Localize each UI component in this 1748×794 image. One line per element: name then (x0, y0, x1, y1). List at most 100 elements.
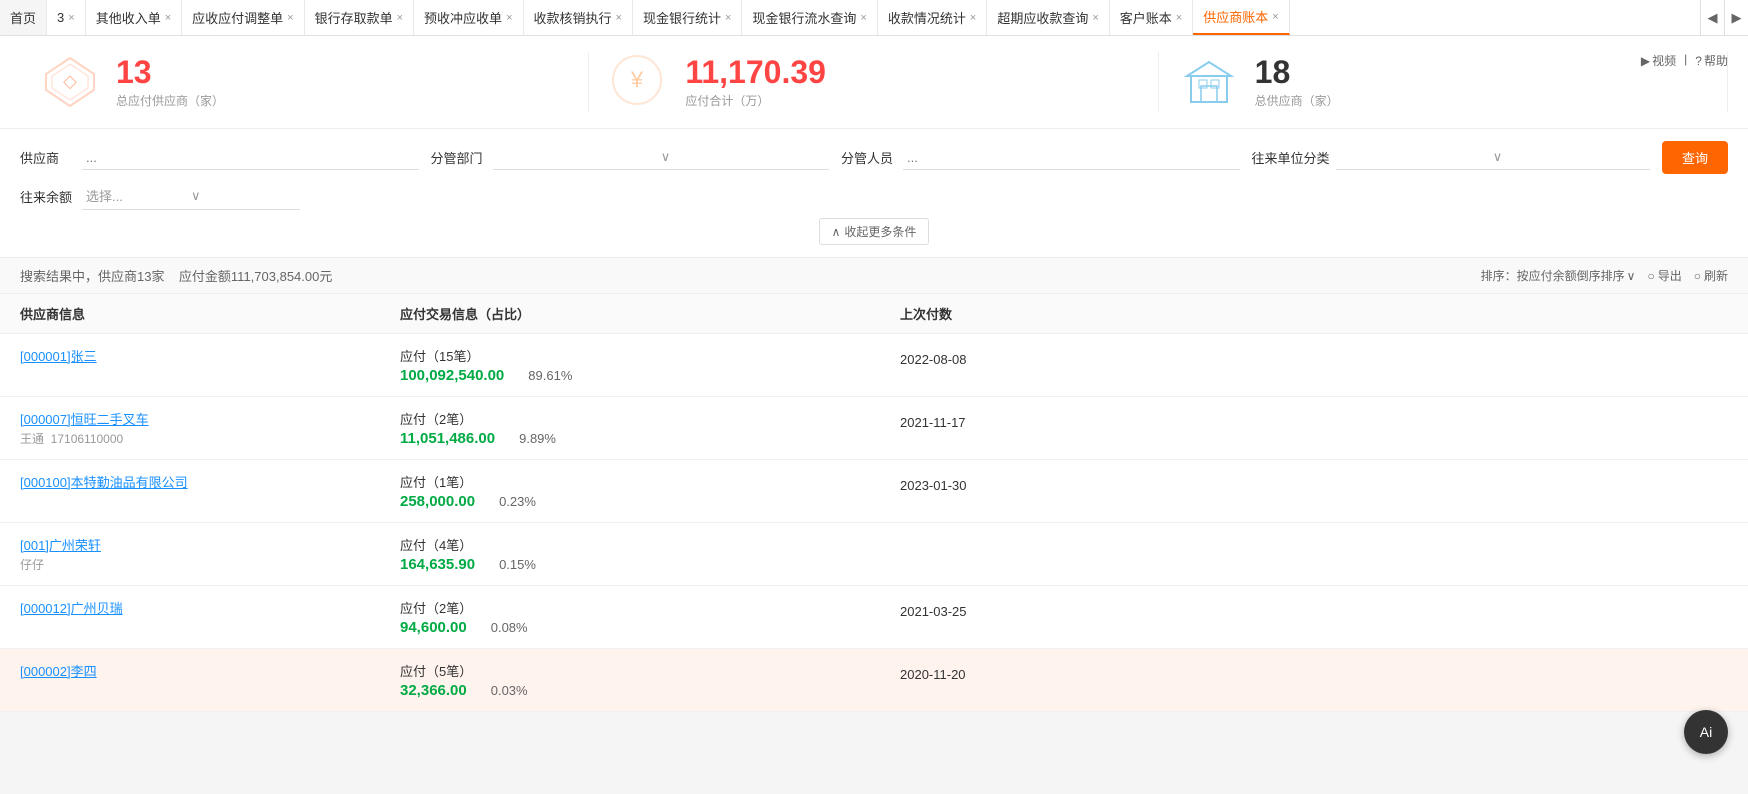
stat-label-payable-amount: 应付合计（万） (685, 92, 826, 109)
nav-collect-verify[interactable]: 收款核销执行 × (524, 0, 633, 35)
nav-tab3[interactable]: 3 × (47, 0, 86, 35)
refresh-icon: ○ (1694, 269, 1701, 283)
nav-prepay-charge[interactable]: 预收冲应收单 × (414, 0, 523, 35)
nav-close-bank-deposit[interactable]: × (397, 12, 403, 24)
refresh-button[interactable]: ○ 刷新 (1694, 267, 1728, 284)
supplier-link-4[interactable]: [001]广州荣轩 (20, 535, 400, 554)
balance-dropdown-arrow: ∨ (191, 188, 296, 204)
supplier-cell-1: [000001]张三 (20, 346, 400, 365)
filter-supplier-label: 供应商 (20, 148, 76, 167)
nav-cash-bank-flow[interactable]: 现金银行流水查询 × (742, 0, 877, 35)
category-dropdown-arrow: ∨ (1493, 149, 1646, 165)
nav-close-cash-bank-flow[interactable]: × (860, 12, 866, 24)
export-button[interactable]: ○ 导出 (1647, 267, 1681, 284)
stats-header: ◇ 13 总应付供应商（家） ¥ 11,170.39 应付合计（万） (0, 36, 1748, 129)
help-icon: ? (1695, 54, 1702, 68)
nav-overdue-ar[interactable]: 超期应收款查询 × (987, 0, 1109, 35)
stat-number-total-suppliers: 18 (1255, 56, 1339, 88)
table-row[interactable]: [000001]张三 应付（15笔） 100,092,540.00 89.61%… (0, 334, 1748, 397)
nav-arrows: ◀ ▶ (1700, 0, 1748, 36)
supplier-cell-3: [000100]本特勤油品有限公司 (20, 472, 400, 491)
col-header-transaction: 应付交易信息（占比） (400, 304, 900, 323)
filter-row-1: 供应商 分管部门 ∨ 分管人员 往来单位分类 ∨ 查询 (20, 141, 1728, 174)
supplier-link-2[interactable]: [000007]恒旺二手叉车 (20, 409, 400, 428)
supplier-link-6[interactable]: [000002]李四 (20, 661, 400, 680)
stat-number-payable-amount: 11,170.39 (685, 56, 826, 88)
filter-person-input[interactable] (903, 146, 1240, 170)
ai-button[interactable]: Ai (1684, 710, 1728, 754)
header-actions: ▶ 视频 | ? 帮助 (1641, 52, 1728, 69)
table-row[interactable]: [000007]恒旺二手叉车 王通 17106110000 应付（2笔） 11,… (0, 397, 1748, 460)
filter-dept-label: 分管部门 (431, 148, 487, 167)
supplier-link-5[interactable]: [000012]广州贝瑞 (20, 598, 400, 617)
collapse-button[interactable]: ∧ 收起更多条件 (819, 218, 930, 245)
nav-close-supplier-book[interactable]: × (1272, 11, 1278, 23)
table-row[interactable]: [000100]本特勤油品有限公司 应付（1笔） 258,000.00 0.23… (0, 460, 1748, 523)
table-row[interactable]: [000012]广州贝瑞 应付（2笔） 94,600.00 0.08% 2021… (0, 586, 1748, 649)
nav-next-arrow[interactable]: ▶ (1724, 0, 1748, 36)
sort-select[interactable]: 排序：按应付余额倒序排序 ∨ (1481, 267, 1636, 284)
table-container: 供应商信息 应付交易信息（占比） 上次付数 [000001]张三 应付（15笔）… (0, 294, 1748, 712)
table-row[interactable]: [000002]李四 应付（5笔） 32,366.00 0.03% 2020-1… (0, 649, 1748, 712)
filter-balance: 往来余额 选择... ∨ (20, 182, 300, 210)
nav-close-customer-book[interactable]: × (1176, 12, 1182, 24)
filter-balance-select[interactable]: 选择... ∨ (82, 182, 300, 210)
filter-category-select[interactable]: ∨ (1336, 145, 1650, 170)
nav-close-collect-stat[interactable]: × (970, 12, 976, 24)
transaction-cell-4: 应付（4笔） 164,635.90 0.15% (400, 535, 900, 573)
filter-supplier: 供应商 (20, 146, 419, 170)
stat-block-payable-suppliers: ◇ 13 总应付供应商（家） (20, 52, 589, 112)
stat-block-payable-amount: ¥ 11,170.39 应付合计（万） (589, 52, 1158, 112)
nav-close-prepay-charge[interactable]: × (506, 12, 512, 24)
supplier-cell-5: [000012]广州贝瑞 (20, 598, 400, 617)
filter-person-label: 分管人员 (841, 148, 897, 167)
lastpay-cell-1: 2022-08-08 (900, 346, 1728, 367)
filter-row-2: 往来余额 选择... ∨ (20, 182, 1728, 210)
transaction-cell-3: 应付（1笔） 258,000.00 0.23% (400, 472, 900, 510)
lastpay-cell-3: 2023-01-30 (900, 472, 1728, 493)
video-link[interactable]: ▶ 视频 (1641, 52, 1676, 69)
nav-close-ar-ap-adjust[interactable]: × (287, 12, 293, 24)
stat-icon-shop (1179, 52, 1239, 112)
nav-cash-bank-stat[interactable]: 现金银行统计 × (633, 0, 742, 35)
table-body: [000001]张三 应付（15笔） 100,092,540.00 89.61%… (0, 334, 1748, 712)
stat-info-total-suppliers: 18 总供应商（家） (1255, 56, 1339, 109)
help-link[interactable]: ? 帮助 (1695, 52, 1728, 69)
nav-other-income[interactable]: 其他收入单 × (86, 0, 182, 35)
nav-close-other-income[interactable]: × (165, 12, 171, 24)
supplier-cell-6: [000002]李四 (20, 661, 400, 680)
filter-balance-label: 往来余额 (20, 187, 76, 206)
transaction-cell-2: 应付（2笔） 11,051,486.00 9.89% (400, 409, 900, 447)
query-button[interactable]: 查询 (1662, 141, 1728, 174)
supplier-link-3[interactable]: [000100]本特勤油品有限公司 (20, 472, 400, 491)
nav-home[interactable]: 首页 (0, 0, 47, 35)
nav-collect-stat[interactable]: 收款情况统计 × (878, 0, 987, 35)
filter-supplier-input[interactable] (82, 146, 419, 170)
supplier-link-1[interactable]: [000001]张三 (20, 346, 400, 365)
nav-customer-book[interactable]: 客户账本 × (1110, 0, 1193, 35)
collapse-icon: ∧ (832, 225, 841, 239)
filter-category: 往来单位分类 ∨ (1252, 145, 1651, 170)
nav-close-collect-verify[interactable]: × (616, 12, 622, 24)
col-header-lastpay: 上次付数 (900, 304, 1728, 323)
result-info: 搜索结果中，供应商13家 应付金额111,703,854.00元 (20, 266, 332, 285)
result-bar-actions: 排序：按应付余额倒序排序 ∨ ○ 导出 ○ 刷新 (1481, 267, 1728, 284)
filter-dept-select[interactable]: ∨ (493, 145, 830, 170)
stat-info-payable-amount: 11,170.39 应付合计（万） (685, 56, 826, 109)
nav-prev-arrow[interactable]: ◀ (1700, 0, 1724, 36)
nav-ar-ap-adjust[interactable]: 应收应付调整单 × (182, 0, 304, 35)
result-bar: 搜索结果中，供应商13家 应付金额111,703,854.00元 排序：按应付余… (0, 258, 1748, 294)
stat-label-total-suppliers: 总供应商（家） (1255, 92, 1339, 109)
lastpay-cell-4 (900, 535, 1728, 541)
nav-close-cash-bank-stat[interactable]: × (725, 12, 731, 24)
filter-category-label: 往来单位分类 (1252, 148, 1330, 167)
nav-supplier-book[interactable]: 供应商账本 × (1193, 0, 1289, 35)
table-row[interactable]: [001]广州荣轩 仔仔 应付（4笔） 164,635.90 0.15% (0, 523, 1748, 586)
transaction-cell-5: 应付（2笔） 94,600.00 0.08% (400, 598, 900, 636)
supplier-cell-4: [001]广州荣轩 仔仔 (20, 535, 400, 573)
nav-close-tab3[interactable]: × (68, 12, 74, 24)
nav-bank-deposit[interactable]: 银行存取款单 × (305, 0, 414, 35)
nav-close-overdue-ar[interactable]: × (1092, 12, 1098, 24)
filter-area: 供应商 分管部门 ∨ 分管人员 往来单位分类 ∨ 查询 往来余额 选择 (0, 129, 1748, 258)
export-icon: ○ (1647, 269, 1654, 283)
